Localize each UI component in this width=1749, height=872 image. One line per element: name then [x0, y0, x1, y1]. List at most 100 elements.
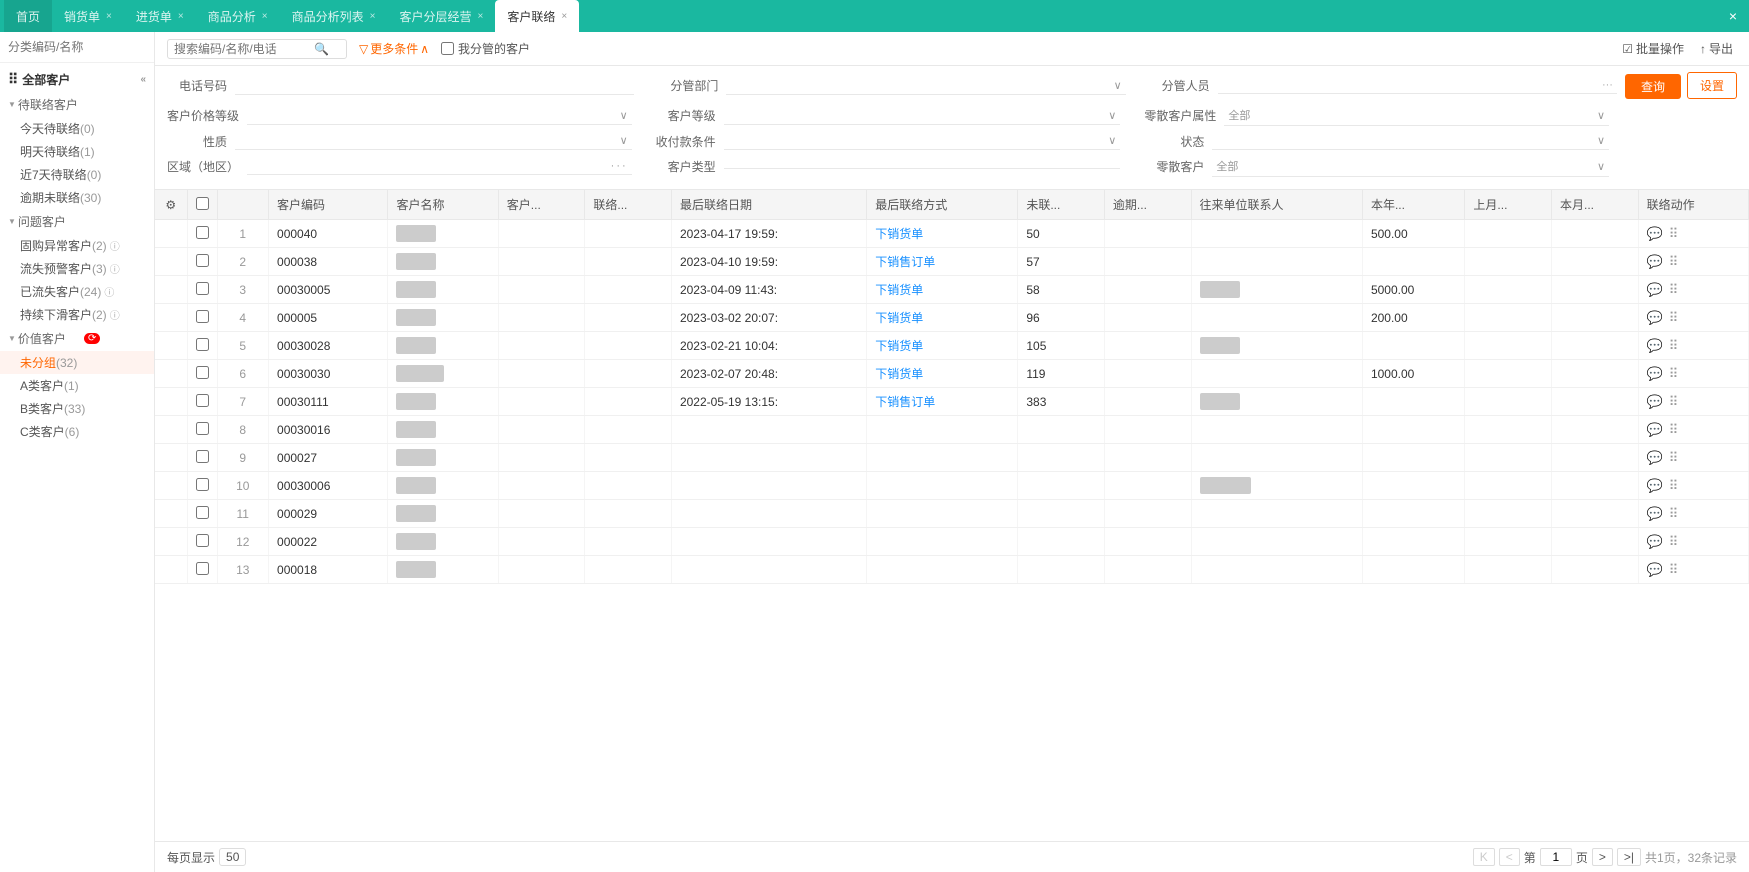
next-page-btn[interactable]: >: [1592, 848, 1613, 866]
query-btn[interactable]: 查询: [1625, 74, 1681, 99]
more-action-icon[interactable]: ⠿: [1669, 254, 1679, 270]
page-size-value[interactable]: 50: [219, 848, 246, 866]
contact-way-link[interactable]: 下销货单: [875, 339, 923, 353]
more-action-icon[interactable]: ⠿: [1669, 226, 1679, 242]
nature-select[interactable]: ∨: [235, 132, 632, 150]
tab-product-list[interactable]: 商品分析列表 ×: [280, 0, 388, 32]
contact-way-link[interactable]: 下销货单: [875, 367, 923, 381]
td-check[interactable]: [187, 276, 217, 304]
th-code[interactable]: 客户编码: [269, 190, 388, 220]
my-customers-checkbox[interactable]: 我分管的客户: [441, 40, 530, 57]
dept-select[interactable]: ∨: [726, 77, 1125, 95]
td-check[interactable]: [187, 220, 217, 248]
customer-type-select[interactable]: [724, 164, 1121, 169]
td-check[interactable]: [187, 332, 217, 360]
row-checkbox[interactable]: [196, 534, 209, 547]
contact-action-icon[interactable]: 💬: [1647, 450, 1663, 466]
th-contact[interactable]: 联络...: [585, 190, 672, 220]
row-checkbox[interactable]: [196, 226, 209, 239]
contact-way-link[interactable]: 下销货单: [875, 227, 923, 241]
problem-customers-section[interactable]: ▼ 问题客户: [0, 209, 154, 234]
value-customers-section[interactable]: ▼ 价值客户 ⟳: [0, 326, 154, 351]
td-check[interactable]: [187, 304, 217, 332]
scatter-attr-select[interactable]: 全部 ∨: [1224, 105, 1609, 126]
contact-way-link[interactable]: 下销货单: [875, 283, 923, 297]
more-action-icon[interactable]: ⠿: [1669, 310, 1679, 326]
pending-contact-section[interactable]: ▼ 待联络客户: [0, 92, 154, 117]
row-checkbox[interactable]: [196, 366, 209, 379]
close-all-btn[interactable]: ×: [1721, 8, 1745, 24]
prev-page-btn[interactable]: <: [1499, 848, 1520, 866]
sidebar-item-churn-warning[interactable]: 流失预警客户(3) ⓘ: [0, 257, 154, 280]
more-action-icon[interactable]: ⠿: [1669, 562, 1679, 578]
td-check[interactable]: [187, 248, 217, 276]
tab-home[interactable]: 首页: [4, 0, 52, 32]
close-product-analysis-tab[interactable]: ×: [262, 11, 268, 22]
status-select[interactable]: ∨: [1212, 132, 1609, 150]
tab-purchase[interactable]: 进货单 ×: [124, 0, 196, 32]
sidebar-item-b-class[interactable]: B类客户(33): [0, 397, 154, 420]
close-sales-tab[interactable]: ×: [106, 11, 112, 22]
th-settings[interactable]: ⚙: [155, 190, 187, 220]
sidebar-item-declining[interactable]: 持续下滑客户(2) ⓘ: [0, 303, 154, 326]
th-not-contacted[interactable]: 未联...: [1018, 190, 1105, 220]
select-all-checkbox[interactable]: [196, 197, 209, 210]
phone-input[interactable]: [235, 76, 634, 95]
more-conditions-btn[interactable]: ▽ 更多条件 ∧: [359, 40, 429, 57]
person-select[interactable]: ···: [1218, 77, 1617, 94]
price-grade-select[interactable]: ∨: [247, 107, 632, 125]
row-checkbox[interactable]: [196, 562, 209, 575]
customer-grade-select[interactable]: ∨: [724, 107, 1121, 125]
contact-action-icon[interactable]: 💬: [1647, 310, 1663, 326]
more-action-icon[interactable]: ⠿: [1669, 478, 1679, 494]
sidebar-item-7days[interactable]: 近7天待联络(0): [0, 163, 154, 186]
contact-action-icon[interactable]: 💬: [1647, 282, 1663, 298]
sidebar-item-abnormal[interactable]: 固购异常客户(2) ⓘ: [0, 234, 154, 257]
th-this-year[interactable]: 本年...: [1362, 190, 1464, 220]
search-icon[interactable]: 🔍: [314, 42, 329, 56]
contact-action-icon[interactable]: 💬: [1647, 422, 1663, 438]
contact-action-icon[interactable]: 💬: [1647, 506, 1663, 522]
close-purchase-tab[interactable]: ×: [178, 11, 184, 22]
close-product-list-tab[interactable]: ×: [370, 11, 376, 22]
sidebar-search-input[interactable]: [8, 40, 155, 54]
contact-way-link[interactable]: 下销售订单: [875, 395, 935, 409]
row-checkbox[interactable]: [196, 422, 209, 435]
contact-action-icon[interactable]: 💬: [1647, 226, 1663, 242]
th-name[interactable]: 客户名称: [388, 190, 498, 220]
contact-action-icon[interactable]: 💬: [1647, 534, 1663, 550]
batch-op-btn[interactable]: ☑ 批量操作: [1618, 38, 1688, 59]
td-check[interactable]: [187, 416, 217, 444]
td-check[interactable]: [187, 388, 217, 416]
more-action-icon[interactable]: ⠿: [1669, 394, 1679, 410]
close-customer-ops-tab[interactable]: ×: [477, 11, 483, 22]
row-checkbox[interactable]: [196, 506, 209, 519]
sidebar-item-a-class[interactable]: A类客户(1): [0, 374, 154, 397]
all-customers-header[interactable]: ⠿ 全部客户 «: [0, 67, 154, 92]
more-action-icon[interactable]: ⠿: [1669, 282, 1679, 298]
sidebar-item-c-class[interactable]: C类客户(6): [0, 420, 154, 443]
th-unit-contact[interactable]: 往来单位联系人: [1191, 190, 1362, 220]
th-last-month[interactable]: 上月...: [1465, 190, 1552, 220]
contact-action-icon[interactable]: 💬: [1647, 562, 1663, 578]
contact-action-icon[interactable]: 💬: [1647, 394, 1663, 410]
more-action-icon[interactable]: ⠿: [1669, 506, 1679, 522]
my-customers-check-input[interactable]: [441, 42, 454, 55]
tab-sales[interactable]: 销货单 ×: [52, 0, 124, 32]
row-checkbox[interactable]: [196, 450, 209, 463]
contact-way-link[interactable]: 下销货单: [875, 311, 923, 325]
export-btn[interactable]: ↑ 导出: [1696, 38, 1737, 59]
page-input[interactable]: [1540, 848, 1572, 866]
contact-way-link[interactable]: 下销售订单: [875, 255, 935, 269]
row-checkbox[interactable]: [196, 478, 209, 491]
search-input[interactable]: [174, 42, 314, 56]
more-action-icon[interactable]: ⠿: [1669, 534, 1679, 550]
scatter-select[interactable]: 全部 ∨: [1212, 156, 1609, 177]
more-action-icon[interactable]: ⠿: [1669, 450, 1679, 466]
payment-select[interactable]: ∨: [724, 132, 1121, 150]
close-customer-contact-tab[interactable]: ×: [561, 11, 567, 22]
tab-customer-ops[interactable]: 客户分层经营 ×: [387, 0, 495, 32]
th-last-contact-date[interactable]: 最后联络日期: [671, 190, 866, 220]
td-check[interactable]: [187, 360, 217, 388]
sidebar-item-tomorrow[interactable]: 明天待联络(1): [0, 140, 154, 163]
